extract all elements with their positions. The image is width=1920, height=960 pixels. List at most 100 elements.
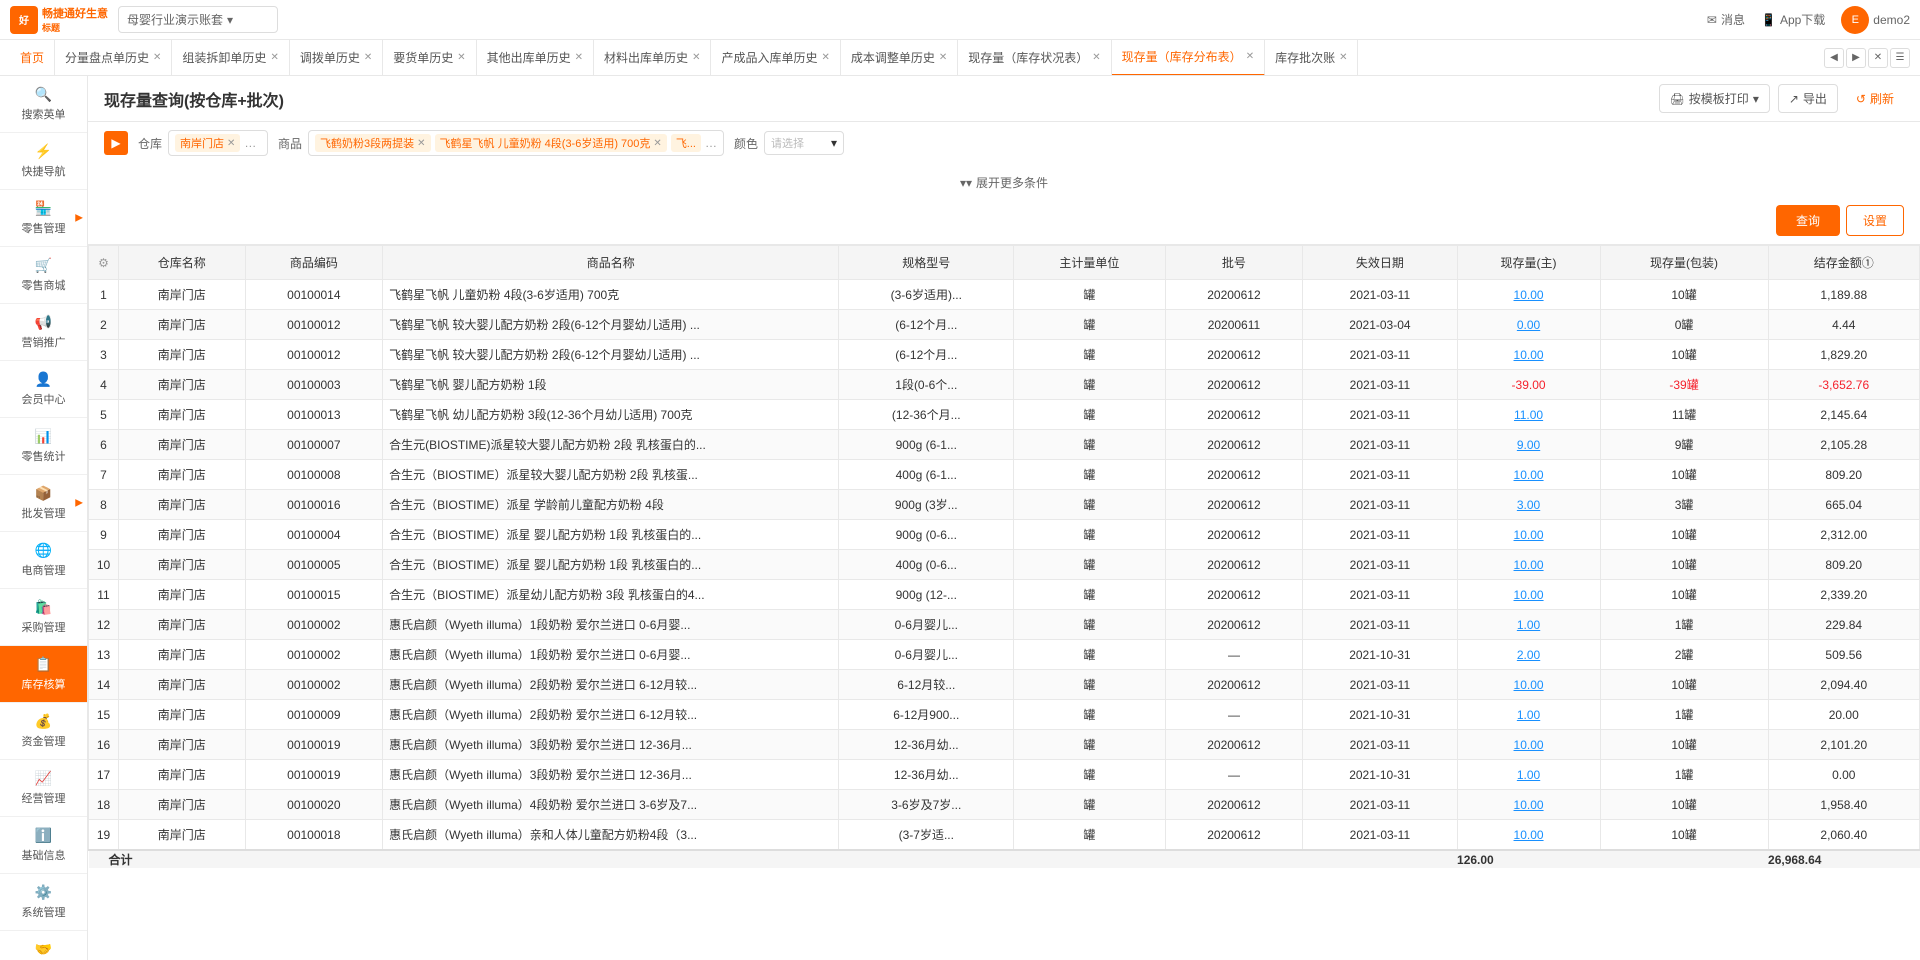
- row-qty[interactable]: 10.00: [1457, 790, 1600, 820]
- close-tab-cost-adjust[interactable]: ✕: [939, 52, 947, 63]
- sidebar-item-search[interactable]: 🔍 搜索英单: [0, 76, 87, 133]
- row-qty[interactable]: 10.00: [1457, 730, 1600, 760]
- warehouse-filter[interactable]: 南岸门店 ✕ …: [168, 130, 268, 156]
- row-qty[interactable]: 10.00: [1457, 460, 1600, 490]
- close-tab-inv-dist[interactable]: ✕: [1246, 51, 1254, 62]
- print-btn[interactable]: 🖨 按模板打印 ▾: [1659, 84, 1770, 113]
- nav-close-btn[interactable]: ✕: [1868, 48, 1888, 68]
- row-warehouse: 南岸门店: [119, 490, 246, 520]
- table-row: 8 南岸门店 00100016 合生元（BIOSTIME）派星 学龄前儿童配方奶…: [89, 490, 1920, 520]
- sidebar-item-marketing[interactable]: 📢 营销推广: [0, 304, 87, 361]
- tab-split[interactable]: 分量盘点单历史 ✕: [55, 40, 172, 76]
- tab-other-out[interactable]: 其他出库单历史 ✕: [477, 40, 594, 76]
- close-tab-split[interactable]: ✕: [153, 52, 161, 63]
- header-actions: 🖨 按模板打印 ▾ ↗ 导出 ↺ 刷新: [1659, 84, 1904, 113]
- close-tab-material-out[interactable]: ✕: [692, 52, 700, 63]
- sidebar-item-operation[interactable]: 📈 经营管理: [0, 760, 87, 817]
- close-tab-dismantle[interactable]: ✕: [270, 52, 278, 63]
- tab-dismantle[interactable]: 组装拆卸单历史 ✕: [172, 40, 289, 76]
- close-tab-inv-status[interactable]: ✕: [1092, 52, 1100, 63]
- warehouse-more[interactable]: …: [244, 136, 256, 150]
- row-no: 3: [89, 340, 119, 370]
- color-select[interactable]: 请选择 ▾: [764, 131, 844, 155]
- row-qty[interactable]: 10.00: [1457, 280, 1600, 310]
- row-warehouse: 南岸门店: [119, 340, 246, 370]
- user-profile[interactable]: E demo2: [1841, 6, 1910, 34]
- row-qty[interactable]: 0.00: [1457, 310, 1600, 340]
- row-qty[interactable]: 10.00: [1457, 820, 1600, 851]
- export-btn[interactable]: ↗ 导出: [1778, 84, 1838, 113]
- nav-prev-btn[interactable]: ◀: [1824, 48, 1844, 68]
- row-qty[interactable]: 1.00: [1457, 760, 1600, 790]
- row-qty[interactable]: 10.00: [1457, 550, 1600, 580]
- close-tab-product-in[interactable]: ✕: [821, 52, 829, 63]
- message-btn[interactable]: ✉ 消息: [1707, 11, 1745, 28]
- sidebar-item-corp[interactable]: 🤝 企业协同: [0, 931, 87, 960]
- sidebar-item-basic[interactable]: ℹ️ 基础信息: [0, 817, 87, 874]
- sidebar-item-stats[interactable]: 📊 零售统计: [0, 418, 87, 475]
- sidebar-item-member[interactable]: 👤 会员中心: [0, 361, 87, 418]
- row-spec: 3-6岁及7岁...: [839, 790, 1014, 820]
- sidebar-item-system[interactable]: ⚙️ 系统管理: [0, 874, 87, 931]
- row-qty[interactable]: 10.00: [1457, 340, 1600, 370]
- row-batch: 20200612: [1165, 430, 1303, 460]
- sidebar-item-mall[interactable]: 🛒 零售商城: [0, 247, 87, 304]
- product-more[interactable]: …: [705, 136, 717, 150]
- nav-next-btn[interactable]: ▶: [1846, 48, 1866, 68]
- row-qty[interactable]: 10.00: [1457, 580, 1600, 610]
- expand-more-btn[interactable]: ▾▾ 展开更多条件: [952, 170, 1056, 195]
- col-settings[interactable]: ⚙: [89, 246, 119, 280]
- table-row: 17 南岸门店 00100019 惠氏启颜（Wyeth illuma）3段奶粉 …: [89, 760, 1920, 790]
- column-settings-icon[interactable]: ⚙: [98, 256, 109, 270]
- warehouse-label: 仓库: [138, 135, 162, 152]
- row-qty[interactable]: 10.00: [1457, 520, 1600, 550]
- sidebar-item-retail[interactable]: 🏪 零售管理 ▶: [0, 190, 87, 247]
- warehouse-tag-close[interactable]: ✕: [227, 138, 235, 149]
- row-batch: 20200612: [1165, 400, 1303, 430]
- row-name: 飞鹤星飞帆 婴儿配方奶粉 1段: [383, 370, 839, 400]
- product-filter[interactable]: 飞鹤奶粉3段两提装 ✕ 飞鹤星飞帆 儿童奶粉 4段(3-6岁适用) 700克 ✕…: [308, 130, 724, 156]
- filter-expand-btn[interactable]: ▶: [104, 131, 128, 155]
- refresh-btn[interactable]: ↺ 刷新: [1846, 85, 1904, 112]
- tab-inv-dist[interactable]: 现存量（库存分布表） ✕: [1112, 40, 1265, 76]
- settings-btn[interactable]: 设置: [1846, 205, 1904, 236]
- table-row: 16 南岸门店 00100019 惠氏启颜（Wyeth illuma）3段奶粉 …: [89, 730, 1920, 760]
- close-tab-other-out[interactable]: ✕: [575, 52, 583, 63]
- sidebar-item-finance[interactable]: 💰 资金管理: [0, 703, 87, 760]
- row-qty[interactable]: 2.00: [1457, 640, 1600, 670]
- tab-inv-status[interactable]: 现存量（库存状况表） ✕: [958, 40, 1111, 76]
- sidebar-item-wholesale[interactable]: 📦 批发管理 ▶: [0, 475, 87, 532]
- sidebar-item-shortcut[interactable]: ⚡ 快捷导航: [0, 133, 87, 190]
- tab-warehouse-batch[interactable]: 库存批次账 ✕: [1265, 40, 1358, 76]
- tab-cost-adjust[interactable]: 成本调整单历史 ✕: [841, 40, 958, 76]
- tab-transfer[interactable]: 调拨单历史 ✕: [290, 40, 383, 76]
- tab-home[interactable]: 首页: [10, 40, 55, 76]
- account-selector[interactable]: 母婴行业演示账套 ▾: [118, 6, 278, 33]
- row-batch: 20200612: [1165, 460, 1303, 490]
- app-download-btn[interactable]: 📱 App下载: [1761, 11, 1825, 28]
- sidebar-item-purchase[interactable]: 🛍️ 采购管理: [0, 589, 87, 646]
- row-qty[interactable]: 1.00: [1457, 610, 1600, 640]
- product-tag-1-close[interactable]: ✕: [417, 138, 425, 149]
- row-code: 00100002: [245, 640, 383, 670]
- row-qty[interactable]: 1.00: [1457, 700, 1600, 730]
- row-no: 16: [89, 730, 119, 760]
- row-qty[interactable]: 10.00: [1457, 670, 1600, 700]
- sidebar-item-inventory[interactable]: 📋 库存核算: [0, 646, 87, 703]
- tab-product-in[interactable]: 产成品入库单历史 ✕: [711, 40, 840, 76]
- row-qty[interactable]: 9.00: [1457, 430, 1600, 460]
- product-tag-2-close[interactable]: ✕: [653, 138, 661, 149]
- row-qty[interactable]: 11.00: [1457, 400, 1600, 430]
- tab-pickup[interactable]: 要货单历史 ✕: [383, 40, 476, 76]
- row-code: 00100019: [245, 760, 383, 790]
- sidebar-item-ecom[interactable]: 🌐 电商管理: [0, 532, 87, 589]
- close-tab-transfer[interactable]: ✕: [364, 52, 372, 63]
- close-tab-pickup[interactable]: ✕: [457, 52, 465, 63]
- row-qty[interactable]: -39.00: [1457, 370, 1600, 400]
- query-btn[interactable]: 查询: [1776, 205, 1840, 236]
- close-tab-warehouse-batch[interactable]: ✕: [1339, 52, 1347, 63]
- row-qty[interactable]: 3.00: [1457, 490, 1600, 520]
- nav-menu-btn[interactable]: ☰: [1890, 48, 1910, 68]
- table-row: 3 南岸门店 00100012 飞鹤星飞帆 较大婴儿配方奶粉 2段(6-12个月…: [89, 340, 1920, 370]
- tab-material-out[interactable]: 材料出库单历史 ✕: [594, 40, 711, 76]
